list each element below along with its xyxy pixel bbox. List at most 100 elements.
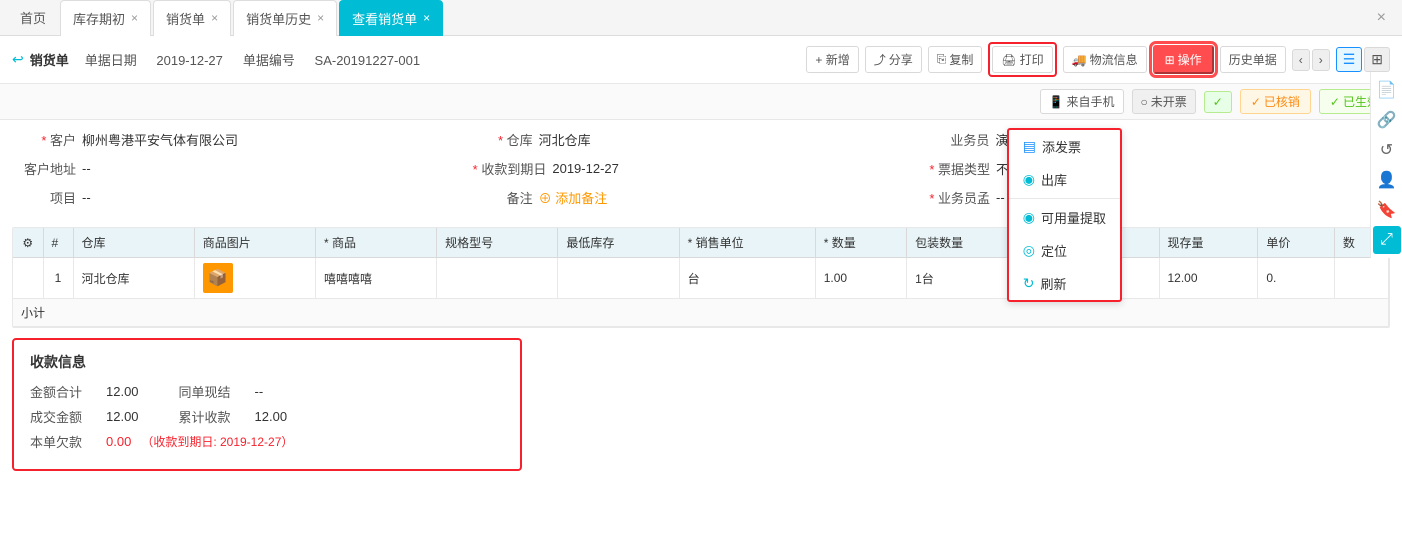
share-icon: ⤴ [874,51,886,68]
view-toggle: ☰ ⊞ [1336,47,1390,72]
payment-row-3: 本单欠款 0.00 （收款到期日: 2019-12-27） [30,432,504,451]
due-date-label: 收款到期日 [473,159,547,178]
not-opened-button[interactable]: ○ 未开票 [1132,89,1196,114]
number-label-text: 单据编号 [243,53,295,68]
due-date-value: 2019-12-27 [552,161,692,176]
col-unit-price: 单价 [1258,228,1334,258]
same-bill-value: -- [255,384,264,399]
balance-note: （收款到期日: 2019-12-27） [141,433,293,450]
share-button[interactable]: ⤴ 分享 [865,46,922,73]
next-button[interactable]: › [1312,49,1330,71]
warehouse-label: 仓库 [473,130,533,149]
row-qty: 1.00 [815,258,906,299]
logistics-label: 物流信息 [1090,51,1138,68]
form-row-1: 客户 柳州粤港平安气体有限公司 仓库 河北仓库 业务员 演示账号 [16,130,1386,149]
tab-inventory[interactable]: 库存期初 × [60,0,151,36]
tab-home[interactable]: 首页 [8,0,58,36]
subtotal-row: 小计 [13,299,1389,327]
date-label-text: 单据日期 [85,53,137,68]
add-invoice-item[interactable]: ▤ 添发票 [1009,130,1120,163]
prev-button[interactable]: ‹ [1292,49,1310,71]
list-view-button[interactable]: ☰ [1336,47,1363,72]
transaction-label: 成交金额 [30,407,100,426]
print-icon: 🖨 [1001,53,1016,67]
sidebar-link-icon[interactable]: 🔗 [1373,106,1401,134]
doc-icon: ↩ [12,51,24,68]
copy-button[interactable]: ⎘ 复制 [928,46,983,73]
transaction-value: 12.00 [106,409,139,424]
sales-person-label: 业务员孟 [929,188,990,207]
ticket-group: 票据类型 不开票 [929,159,1386,178]
total-received-item: 累计收款 12.00 [179,407,288,426]
check-button[interactable]: ✓ [1204,91,1232,113]
same-bill-item: 同单现结 -- [179,382,264,401]
view-sales-label: 查看销货单 [352,9,417,28]
close-page-button[interactable]: × [1369,9,1394,27]
available-qty-item[interactable]: ◉ 可用量提取 [1009,201,1120,234]
add-note-button[interactable]: ⊕ 添加备注 [539,191,608,206]
row-amount [1334,258,1388,299]
new-button[interactable]: + 新增 [806,46,858,73]
close-inventory-tab[interactable]: × [131,11,138,25]
table-row: 1 河北仓库 📦 嘻嘻嘻嘻 台 1.00 1台 [13,258,1389,299]
row-current-stock: 12.00 [1159,258,1258,299]
add-invoice-label: 添发票 [1042,137,1081,156]
col-qty: * 数量 [815,228,906,258]
print-label: 打印 [1020,51,1044,68]
sidebar-user-icon[interactable]: 👤 [1373,166,1401,194]
refresh-item[interactable]: ↻ 刷新 [1009,267,1120,300]
balance-item: 本单欠款 0.00 （收款到期日: 2019-12-27） [30,432,293,451]
date-value: 2019-12-27 [156,53,223,68]
tab-sales-history[interactable]: 销货单历史 × [233,0,337,36]
logistics-button[interactable]: 🚚 物流信息 [1063,46,1147,73]
from-phone-button[interactable]: 📱 来自手机 [1040,89,1124,114]
address-value: -- [82,161,222,176]
tab-view-sales[interactable]: 查看销货单 × [339,0,443,36]
warehouse-value: 河北仓库 [539,130,679,149]
doc-date-label: 单据日期 2019-12-27 [85,50,235,69]
product-table-wrap: ⚙ # 仓库 商品图片 * 商品 规格型号 最低库存 * 销售单位 * 数量 包… [12,227,1390,328]
from-phone-label: 来自手机 [1067,93,1115,110]
sidebar-bookmark-icon[interactable]: 🔖 [1373,196,1401,224]
col-current-stock: 现存量 [1159,228,1258,258]
history-button[interactable]: 历史单据 [1220,46,1286,73]
amount-total-value: 12.00 [106,384,139,399]
address-group: 客户地址 -- [16,159,473,178]
customer-group: 客户 柳州粤港平安气体有限公司 [16,130,473,149]
sales-label: 销货单 [166,9,205,28]
history-label: 历史单据 [1229,51,1277,68]
operations-dropdown: ▤ 添发票 ◉ 出库 ◉ 可用量提取 ◎ 定位 ↻ 刷新 [1007,128,1122,302]
warehouse-group: 仓库 河北仓库 [473,130,930,149]
form-row-3: 项目 -- 备注 ⊕ 添加备注 业务员孟 -- [16,188,1386,207]
col-product: * 商品 [315,228,436,258]
grid-view-button[interactable]: ⊞ [1364,47,1390,72]
product-table: ⚙ # 仓库 商品图片 * 商品 规格型号 最低库存 * 销售单位 * 数量 包… [13,228,1389,327]
nav-arrows: ‹ › [1292,49,1330,71]
row-image: 📦 [194,258,315,299]
row-unit: 台 [679,258,815,299]
print-highlight-box: 🖨 打印 [988,42,1056,77]
close-view-sales-tab[interactable]: × [423,11,430,25]
sidebar-doc-icon[interactable]: 📄 [1373,76,1401,104]
row-unit-price: 0. [1258,258,1334,299]
note-label: 备注 [473,188,533,207]
operations-button[interactable]: ⊞ 操作 [1153,45,1214,74]
transaction-item: 成交金额 12.00 [30,407,139,426]
customer-label: 客户 [16,130,76,149]
row-spec [437,258,558,299]
sidebar-refresh-icon[interactable]: ↺ [1373,136,1401,164]
available-qty-label: 可用量提取 [1041,208,1106,227]
outbound-item[interactable]: ◉ 出库 [1009,163,1120,196]
product-img-icon: 📦 [208,268,228,288]
share-label: 分享 [889,51,913,68]
sidebar-expand-icon[interactable]: ⤢ [1373,226,1401,254]
print-button[interactable]: 🖨 打印 [992,46,1052,73]
tab-sales[interactable]: 销货单 × [153,0,231,36]
close-sales-history-tab[interactable]: × [317,11,324,25]
tab-bar: 首页 库存期初 × 销货单 × 销货单历史 × 查看销货单 × × [0,0,1402,36]
close-sales-tab[interactable]: × [211,11,218,25]
sold-badge[interactable]: ✓ 已核销 [1240,89,1311,114]
locate-item[interactable]: ◎ 定位 [1009,234,1120,267]
available-qty-icon: ◉ [1023,209,1035,226]
subtotal-label: 小计 [13,299,1389,327]
